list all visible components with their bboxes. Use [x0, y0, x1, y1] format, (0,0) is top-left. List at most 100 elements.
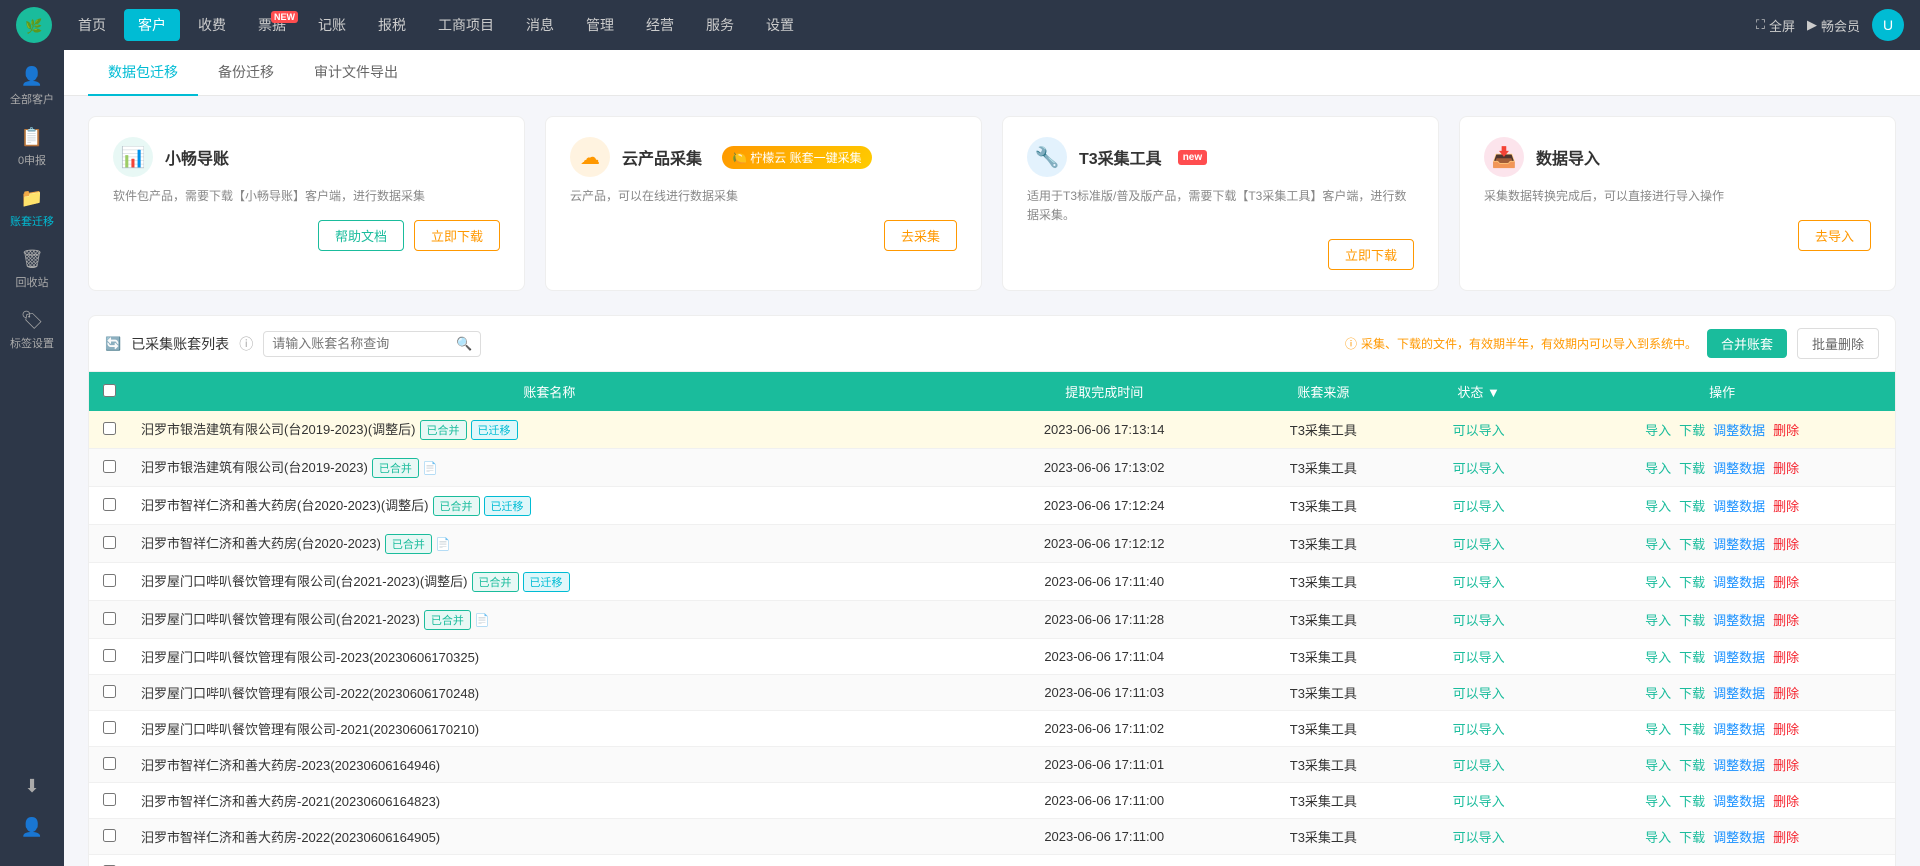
sidebar-item-tag-settings[interactable]: 🏷 标签设置	[4, 302, 60, 359]
download-btn-1[interactable]: 下载	[1679, 461, 1705, 476]
sidebar-item-all-customers[interactable]: 👤 全部客户	[4, 58, 60, 115]
delete-btn-0[interactable]: 删除	[1773, 423, 1799, 438]
row-checkbox-2[interactable]	[103, 498, 116, 511]
delete-btn-9[interactable]: 删除	[1773, 758, 1799, 773]
import-btn-4[interactable]: 导入	[1645, 575, 1671, 590]
sidebar-bottom-download[interactable]: ⬇	[4, 768, 60, 805]
import-btn-8[interactable]: 导入	[1645, 722, 1671, 737]
copy-icon-1[interactable]: 📄	[423, 461, 438, 475]
row-checkbox-5[interactable]	[103, 612, 116, 625]
adjust-btn-3[interactable]: 调整数据	[1713, 537, 1765, 552]
nav-item-service[interactable]: 服务	[692, 9, 748, 41]
copy-icon-3[interactable]: 📄	[436, 537, 451, 551]
search-icon[interactable]: 🔍	[456, 336, 472, 352]
row-checkbox-3[interactable]	[103, 536, 116, 549]
search-input[interactable]	[272, 336, 452, 351]
nav-item-manage[interactable]: 管理	[572, 9, 628, 41]
nav-item-settings[interactable]: 设置	[752, 9, 808, 41]
download-btn-2[interactable]: 下载	[1679, 499, 1705, 514]
adjust-btn-9[interactable]: 调整数据	[1713, 758, 1765, 773]
row-checkbox-7[interactable]	[103, 685, 116, 698]
adjust-btn-11[interactable]: 调整数据	[1713, 830, 1765, 845]
copy-icon-5[interactable]: 📄	[475, 613, 490, 627]
col-status[interactable]: 状态 ▼	[1408, 372, 1549, 411]
nav-item-tax[interactable]: 报税	[364, 9, 420, 41]
download-btn-0[interactable]: 下载	[1679, 423, 1705, 438]
merge-account-btn[interactable]: 合并账套	[1707, 329, 1787, 358]
download-btn-7[interactable]: 下载	[1679, 686, 1705, 701]
adjust-btn-1[interactable]: 调整数据	[1713, 461, 1765, 476]
import-btn-3[interactable]: 导入	[1645, 537, 1671, 552]
import-btn-11[interactable]: 导入	[1645, 830, 1671, 845]
import-btn-6[interactable]: 导入	[1645, 650, 1671, 665]
tab-data-migration[interactable]: 数据包迁移	[88, 50, 198, 97]
nav-item-accounting[interactable]: 记账	[304, 9, 360, 41]
download-btn-6[interactable]: 下载	[1679, 650, 1705, 665]
import-btn-0[interactable]: 导入	[1645, 423, 1671, 438]
adjust-btn-10[interactable]: 调整数据	[1713, 794, 1765, 809]
tab-backup-migration[interactable]: 备份迁移	[198, 50, 294, 97]
batch-delete-btn[interactable]: 批量删除	[1797, 328, 1879, 359]
sidebar-item-account-migration[interactable]: 📁 账套迁移	[4, 180, 60, 237]
sidebar-item-zero-declaration[interactable]: 📋 0申报	[4, 119, 60, 176]
cloud-collect-btn[interactable]: 去采集	[884, 220, 957, 251]
import-btn-7[interactable]: 导入	[1645, 686, 1671, 701]
adjust-btn-4[interactable]: 调整数据	[1713, 575, 1765, 590]
row-checkbox-8[interactable]	[103, 721, 116, 734]
row-checkbox-0[interactable]	[103, 422, 116, 435]
delete-btn-8[interactable]: 删除	[1773, 722, 1799, 737]
select-all-checkbox[interactable]	[103, 384, 116, 397]
user-avatar[interactable]: U	[1872, 9, 1904, 41]
adjust-btn-0[interactable]: 调整数据	[1713, 423, 1765, 438]
nav-item-message[interactable]: 消息	[512, 9, 568, 41]
import-btn-9[interactable]: 导入	[1645, 758, 1671, 773]
nav-item-fee[interactable]: 收费	[184, 9, 240, 41]
import-goto-btn[interactable]: 去导入	[1798, 220, 1871, 251]
delete-btn-5[interactable]: 删除	[1773, 613, 1799, 628]
import-btn-10[interactable]: 导入	[1645, 794, 1671, 809]
tab-audit-export[interactable]: 审计文件导出	[294, 50, 418, 97]
delete-btn-4[interactable]: 删除	[1773, 575, 1799, 590]
import-btn-5[interactable]: 导入	[1645, 613, 1671, 628]
row-checkbox-11[interactable]	[103, 829, 116, 842]
logo[interactable]: 🌿	[16, 7, 52, 43]
t3-download-btn[interactable]: 立即下载	[1328, 239, 1414, 270]
adjust-btn-7[interactable]: 调整数据	[1713, 686, 1765, 701]
download-btn-3[interactable]: 下载	[1679, 537, 1705, 552]
xiaochang-help-btn[interactable]: 帮助文档	[318, 220, 404, 251]
adjust-btn-5[interactable]: 调整数据	[1713, 613, 1765, 628]
delete-btn-11[interactable]: 删除	[1773, 830, 1799, 845]
delete-btn-3[interactable]: 删除	[1773, 537, 1799, 552]
delete-btn-2[interactable]: 删除	[1773, 499, 1799, 514]
delete-btn-7[interactable]: 删除	[1773, 686, 1799, 701]
help-icon[interactable]: ⓘ	[239, 334, 253, 354]
member-btn[interactable]: ▶ 畅会员	[1807, 16, 1860, 35]
sidebar-item-recycle[interactable]: 🗑 回收站	[4, 241, 60, 298]
download-btn-5[interactable]: 下载	[1679, 613, 1705, 628]
nav-item-operation[interactable]: 经营	[632, 9, 688, 41]
import-btn-1[interactable]: 导入	[1645, 461, 1671, 476]
row-checkbox-10[interactable]	[103, 793, 116, 806]
refresh-icon[interactable]: 🔄	[105, 336, 121, 352]
download-btn-11[interactable]: 下载	[1679, 830, 1705, 845]
adjust-btn-8[interactable]: 调整数据	[1713, 722, 1765, 737]
row-checkbox-4[interactable]	[103, 574, 116, 587]
sidebar-bottom-user[interactable]: 👤	[4, 809, 60, 846]
row-checkbox-1[interactable]	[103, 460, 116, 473]
delete-btn-1[interactable]: 删除	[1773, 461, 1799, 476]
nav-item-home[interactable]: 首页	[64, 9, 120, 41]
nav-item-business[interactable]: 工商项目	[424, 9, 508, 41]
row-checkbox-9[interactable]	[103, 757, 116, 770]
delete-btn-6[interactable]: 删除	[1773, 650, 1799, 665]
adjust-btn-2[interactable]: 调整数据	[1713, 499, 1765, 514]
fullscreen-btn[interactable]: ⛶ 全屏	[1756, 16, 1795, 35]
download-btn-8[interactable]: 下载	[1679, 722, 1705, 737]
download-btn-10[interactable]: 下载	[1679, 794, 1705, 809]
download-btn-9[interactable]: 下载	[1679, 758, 1705, 773]
delete-btn-10[interactable]: 删除	[1773, 794, 1799, 809]
nav-item-customer[interactable]: 客户	[124, 9, 180, 41]
row-checkbox-6[interactable]	[103, 649, 116, 662]
xiaochang-download-btn[interactable]: 立即下载	[414, 220, 500, 251]
download-btn-4[interactable]: 下载	[1679, 575, 1705, 590]
import-btn-2[interactable]: 导入	[1645, 499, 1671, 514]
